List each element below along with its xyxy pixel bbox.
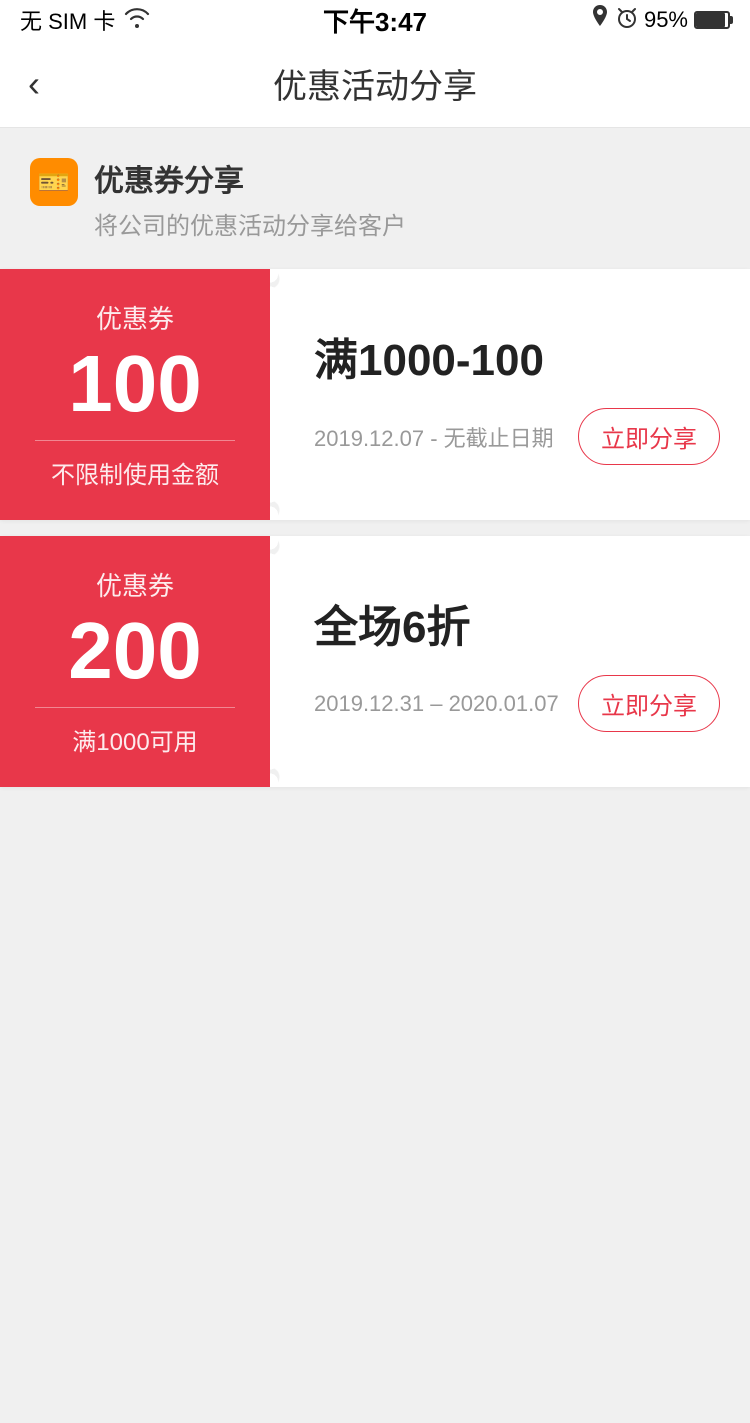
section-subtitle: 将公司的优惠活动分享给客户 [94,206,406,241]
nav-bar: ‹ 优惠活动分享 [0,40,750,128]
coupon-right-0: 满1000-100 2019.12.07 - 无截止日期 立即分享 [270,269,750,520]
coupon-card: 优惠券 200 满1000可用 全场6折 2019.12.31 – 2020.0… [0,536,750,787]
coupon-title-1: 全场6折 [314,591,720,655]
coupon-left-0: 优惠券 100 不限制使用金额 [0,269,270,520]
section-title: 优惠券分享 [94,156,406,200]
coupon-divider-1 [35,707,235,708]
coupon-card: 优惠券 100 不限制使用金额 满1000-100 2019.12.07 - 无… [0,269,750,520]
status-right: 95% [590,5,730,35]
share-button-0[interactable]: 立即分享 [578,408,720,465]
wifi-icon [123,6,151,34]
no-sim-text: 无 SIM 卡 [20,4,115,36]
coupon-left-1: 优惠券 200 满1000可用 [0,536,270,787]
empty-area [0,823,750,1423]
alarm-icon [616,5,638,35]
status-bar: 无 SIM 卡 下午3:47 95% [0,0,750,40]
coupon-list: 优惠券 100 不限制使用金额 满1000-100 2019.12.07 - 无… [0,259,750,823]
share-button-1[interactable]: 立即分享 [578,675,720,732]
coupon-right-1: 全场6折 2019.12.31 – 2020.01.07 立即分享 [270,536,750,787]
back-button[interactable]: ‹ [28,63,40,105]
coupon-label-1: 优惠券 [96,566,174,603]
coupon-share-icon: 🎫 [30,158,78,206]
coupon-label-0: 优惠券 [96,299,174,336]
battery-icon [694,11,730,29]
battery-percent: 95% [644,7,688,33]
section-header: 🎫 优惠券分享 将公司的优惠活动分享给客户 [0,128,750,259]
status-left: 无 SIM 卡 [20,4,151,36]
coupon-date-row-0: 2019.12.07 - 无截止日期 立即分享 [314,408,720,465]
coupon-condition-1: 满1000可用 [72,722,197,757]
coupon-date-row-1: 2019.12.31 – 2020.01.07 立即分享 [314,675,720,732]
coupon-divider-0 [35,440,235,441]
coupon-title-0: 满1000-100 [314,324,720,388]
section-text: 优惠券分享 将公司的优惠活动分享给客户 [94,156,406,241]
coupon-amount-0: 100 [68,344,201,424]
location-icon [590,5,610,35]
status-time: 下午3:47 [323,2,427,39]
coupon-date-0: 2019.12.07 - 无截止日期 [314,421,554,453]
coupon-condition-0: 不限制使用金额 [51,455,219,490]
nav-title: 优惠活动分享 [273,59,477,108]
coupon-amount-1: 200 [68,611,201,691]
coupon-date-1: 2019.12.31 – 2020.01.07 [314,691,559,717]
